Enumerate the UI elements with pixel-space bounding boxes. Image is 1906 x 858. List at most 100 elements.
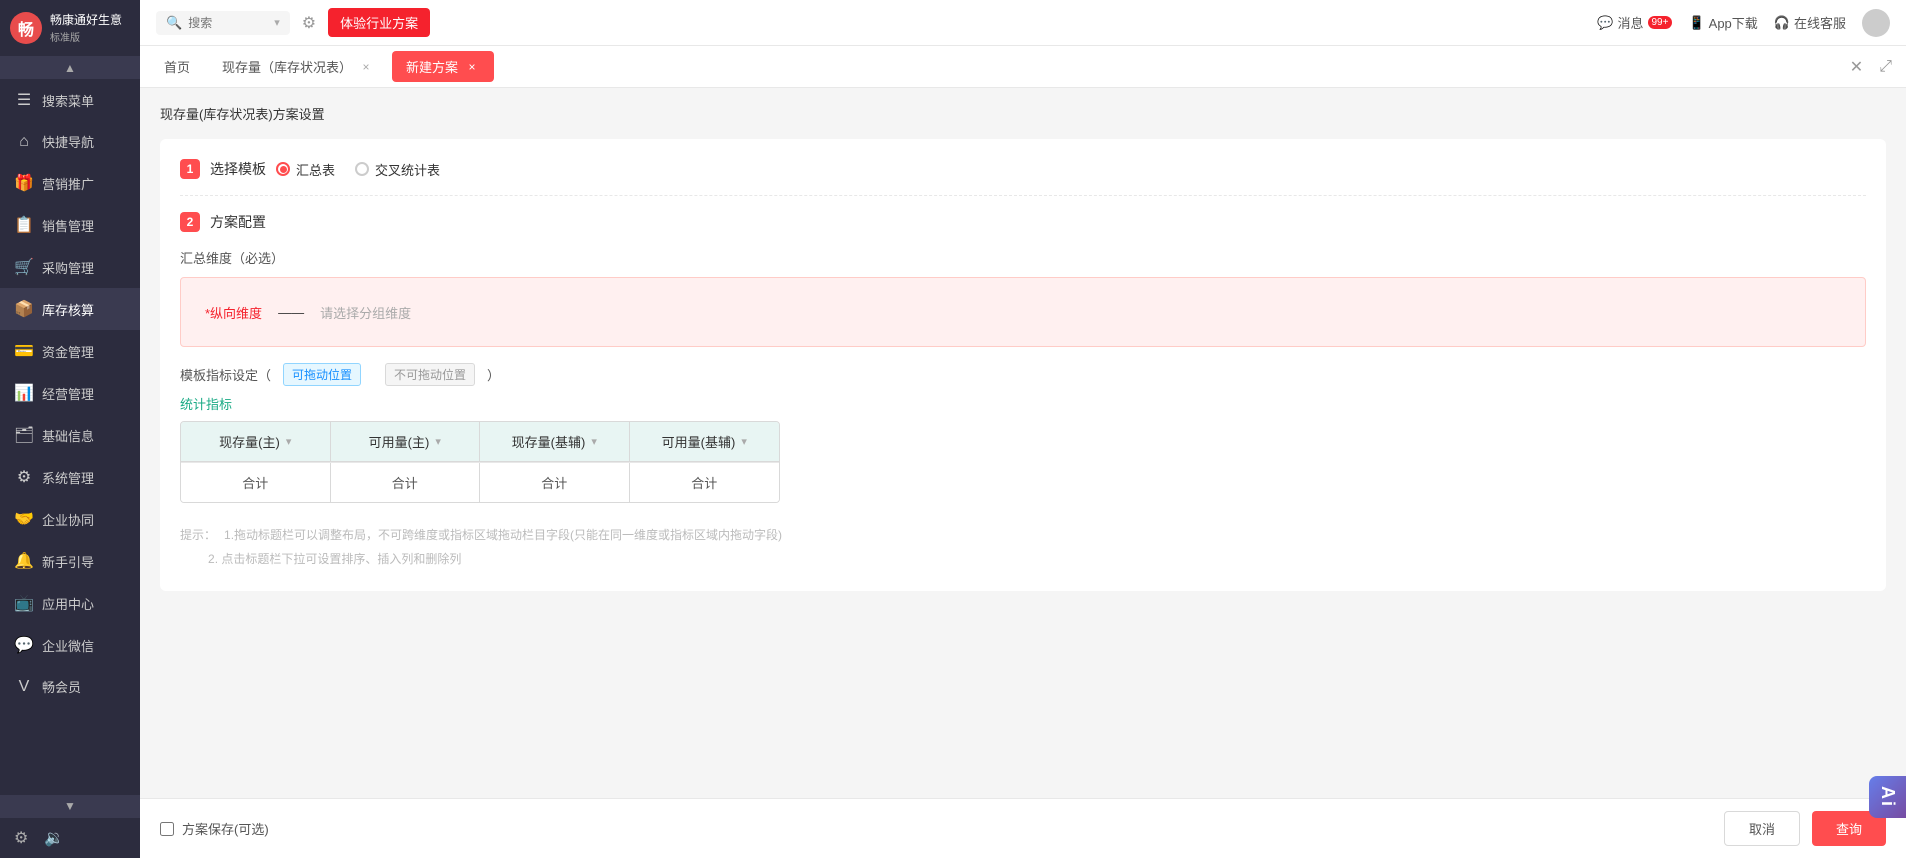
sidebar-item-search-menu[interactable]: ☰ 搜索菜单 [0,79,140,121]
indicator-setting: 模板指标设定（ 可拖动位置 不可拖动位置 ） [180,363,1866,386]
cancel-button[interactable]: 取消 [1724,811,1800,846]
tab-inventory-status[interactable]: 现存量（库存状况表） × [208,49,388,84]
ai-button[interactable]: Ai [1869,776,1906,818]
col4-dropdown-icon[interactable]: ▾ [741,435,747,448]
sidebar-item-system[interactable]: ⚙ 系统管理 [0,456,140,498]
message-btn[interactable]: 💬 消息 99+ [1597,13,1672,32]
operations-icon: 📊 [14,383,34,403]
col4-sub: 合计 [630,463,780,502]
tip2: 2. 点击标题栏下拉可设置排序、插入列和删除列 [180,547,1866,571]
col2-sub: 合计 [331,463,481,502]
topbar-gear-icon[interactable]: ⚙ [302,13,316,33]
sidebar-item-marketing[interactable]: 🎁 营销推广 [0,162,140,204]
sidebar-item-sales[interactable]: 📋 销售管理 [0,204,140,246]
sidebar-scroll-down[interactable]: ▼ [0,795,140,817]
sidebar-bottom: ⚙ 🔉 [0,817,140,858]
sidebar-item-label: 快捷导航 [42,132,94,151]
tab-inventory-close-icon[interactable]: × [358,59,374,75]
search-input[interactable] [188,16,268,30]
tabbar-right: ✕ ⤢ [1846,53,1896,81]
tip1-text: 1.拖动标题栏可以调整布局，不可跨维度或指标区域拖动栏目字段(只能在同一维度或指… [224,523,782,547]
col3-dropdown-icon[interactable]: ▾ [591,435,597,448]
col1-sub: 合计 [181,463,331,502]
step1-header: 1 选择模板 汇总表 交叉统计表 [180,159,1866,179]
sidebar-item-apps[interactable]: 📺 应用中心 [0,582,140,624]
radio-summary[interactable]: 汇总表 [276,160,335,179]
page-footer: 方案保存(可选) 取消 查询 [140,798,1906,858]
col4-header[interactable]: 可用量(基辅) ▾ [630,422,780,461]
sidebar-item-label: 资金管理 [42,342,94,361]
step2-num: 2 [180,212,200,232]
tip2-index [180,547,200,571]
stat-table: 现存量(主) ▾ 可用量(主) ▾ 现存量(基辅) ▾ 可用量(基辅) ▾ [180,421,780,503]
fixed-badge: 不可拖动位置 [385,363,475,386]
search-box[interactable]: 🔍 ▾ [156,11,290,35]
app-download-btn[interactable]: 📱 App下载 [1688,13,1757,32]
purchase-icon: 🛒 [14,257,34,277]
col1-label: 现存量(主) [219,432,280,451]
sidebar-item-quick-nav[interactable]: ⌂ 快捷导航 [0,121,140,162]
tab-inventory-label: 现存量（库存状况表） [222,57,352,76]
sidebar-item-finance[interactable]: 💳 资金管理 [0,330,140,372]
close-panel-icon[interactable]: ✕ [1846,53,1867,81]
indicator-label-text: 模板指标设定（ [180,365,271,384]
tab-new-plan[interactable]: 新建方案 × [392,51,494,82]
col3-sub: 合计 [480,463,630,502]
tab-home[interactable]: 首页 [150,49,204,84]
sidebar-item-label: 畅会员 [42,677,81,696]
tips-section: 提示： 1.拖动标题栏可以调整布局，不可跨维度或指标区域拖动栏目字段(只能在同一… [180,523,1866,571]
sidebar-item-purchase[interactable]: 🛒 采购管理 [0,246,140,288]
sidebar-item-newbie[interactable]: 🔔 新手引导 [0,540,140,582]
step1-title: 选择模板 [210,159,266,179]
user-avatar[interactable] [1862,9,1890,37]
tabbar: 首页 现存量（库存状况表） × 新建方案 × ✕ ⤢ [140,46,1906,88]
save-checkbox[interactable] [160,822,174,836]
volume-icon[interactable]: 🔉 [44,828,64,848]
dimension-placeholder: 请选择分组维度 [320,303,411,322]
col3-header[interactable]: 现存量(基辅) ▾ [480,422,630,461]
step2-title: 方案配置 [210,212,266,232]
dimension-box[interactable]: *纵向维度 —— 请选择分组维度 [180,277,1866,347]
draggable-badge: 可拖动位置 [283,363,361,386]
sidebar-item-label: 营销推广 [42,174,94,193]
sales-icon: 📋 [14,215,34,235]
customer-service-label: 在线客服 [1794,13,1846,32]
headphone-icon: 🎧 [1774,15,1790,31]
sidebar-item-label: 库存核算 [42,300,94,319]
search-dropdown-icon[interactable]: ▾ [274,16,280,29]
sidebar-item-label: 新手引导 [42,552,94,571]
basic-info-icon: 🗂 [14,425,34,445]
expand-panel-icon[interactable]: ⤢ [1875,53,1896,81]
col1-header[interactable]: 现存量(主) ▾ [181,422,331,461]
dimension-required-text: *纵向维度 [205,303,262,322]
col4-label: 可用量(基辅) [662,432,736,451]
sidebar-item-inventory[interactable]: 📦 库存核算 [0,288,140,330]
col2-header[interactable]: 可用量(主) ▾ [331,422,481,461]
settings-icon[interactable]: ⚙ [14,828,28,848]
col2-dropdown-icon[interactable]: ▾ [435,435,441,448]
sidebar-item-operations[interactable]: 📊 经营管理 [0,372,140,414]
message-label: 消息 [1617,13,1643,32]
search-icon: 🔍 [166,15,182,31]
customer-service-btn[interactable]: 🎧 在线客服 [1774,13,1846,32]
sidebar-scroll-up[interactable]: ▲ [0,57,140,79]
tab-new-plan-close-icon[interactable]: × [464,59,480,75]
sidebar-item-basic-info[interactable]: 🗂 基础信息 [0,414,140,456]
sidebar-item-member[interactable]: V 畅会员 [0,666,140,707]
dimension-field-label: 汇总维度（必选） [180,248,1866,267]
sidebar-nav: ☰ 搜索菜单 ⌂ 快捷导航 🎁 营销推广 📋 销售管理 🛒 采购管理 📦 库存核… [0,79,140,795]
sidebar-item-label: 企业协同 [42,510,94,529]
tab-new-plan-label: 新建方案 [406,57,458,76]
message-badge: 99+ [1648,16,1673,29]
col1-dropdown-icon[interactable]: ▾ [286,435,292,448]
sidebar-item-wechat[interactable]: 💬 企业微信 [0,624,140,666]
radio-summary-label: 汇总表 [296,160,335,179]
stat-title: 统计指标 [180,394,1866,413]
radio-cross[interactable]: 交叉统计表 [355,160,440,179]
sidebar-item-cooperate[interactable]: 🤝 企业协同 [0,498,140,540]
try-industry-button[interactable]: 体验行业方案 [328,8,430,37]
tab-home-label: 首页 [164,57,190,76]
radio-cross-dot [355,162,369,176]
sidebar: 畅 畅康通好生意 标准版 ▲ ☰ 搜索菜单 ⌂ 快捷导航 🎁 营销推广 📋 销售… [0,0,140,858]
stat-table-header: 现存量(主) ▾ 可用量(主) ▾ 现存量(基辅) ▾ 可用量(基辅) ▾ [181,422,779,462]
